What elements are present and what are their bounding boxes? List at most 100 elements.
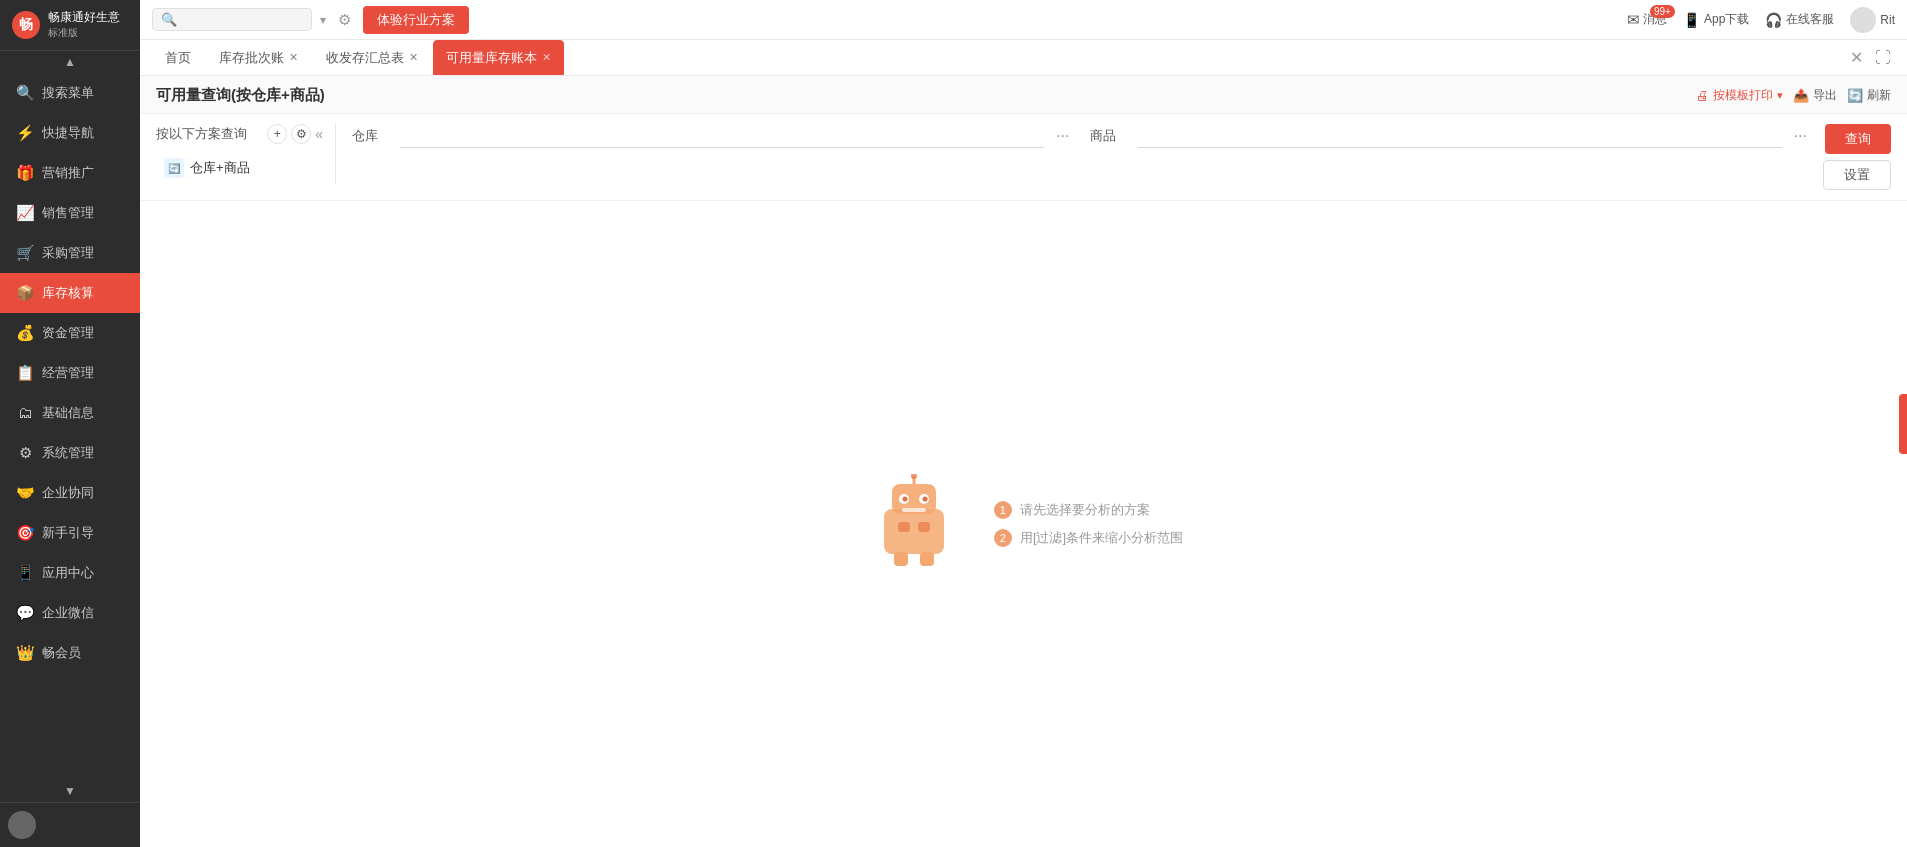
manage-scheme-button[interactable]: ⚙ [291,124,311,144]
tab-available-ledger-close[interactable]: ✕ [542,52,551,63]
sidebar-item-label: 新手引导 [42,524,94,542]
sidebar-item-wechat[interactable]: 💬 企业微信 [0,593,140,633]
tab-available-ledger-label: 可用量库存账本 [446,49,537,67]
sidebar-item-finance[interactable]: 💰 资金管理 [0,313,140,353]
message-button[interactable]: ✉ 消息 99+ [1627,11,1667,29]
sidebar-item-enterprise[interactable]: 🤝 企业协同 [0,473,140,513]
svg-rect-8 [920,552,934,566]
topbar-gear-icon[interactable]: ⚙ [338,11,351,29]
sidebar-item-inventory[interactable]: 📦 库存核算 [0,273,140,313]
brand-header: 畅 畅康通好生意 标准版 [0,0,140,51]
warehouse-more-button[interactable]: ··· [1052,127,1073,145]
filter-row: 仓库 ··· 商品 ··· [352,124,1811,148]
trial-industry-button[interactable]: 体验行业方案 [363,6,469,34]
query-button[interactable]: 查询 [1825,124,1891,154]
sidebar-avatar [8,811,36,839]
topbar-search-box[interactable]: 🔍 [152,8,312,31]
right-scroll-hint[interactable] [1899,394,1907,454]
tab-home[interactable]: 首页 [152,40,204,75]
refresh-label: 刷新 [1867,87,1891,104]
sidebar-item-label: 经营管理 [42,364,94,382]
product-more-button[interactable]: ··· [1790,127,1811,145]
export-button[interactable]: 📤 导出 [1793,87,1837,104]
user-menu-button[interactable]: Rit [1850,7,1895,33]
tab-available-ledger[interactable]: 可用量库存账本 ✕ [433,40,564,75]
sidebar-item-operations[interactable]: 📋 经营管理 [0,353,140,393]
scheme-actions: + ⚙ « [267,124,323,144]
refresh-button[interactable]: 🔄 刷新 [1847,87,1891,104]
service-icon: 🎧 [1765,12,1782,28]
refresh-icon: 🔄 [1847,88,1863,103]
print-template-button[interactable]: 🖨 按模板打印 ▾ [1696,87,1783,104]
settings-button[interactable]: 设置 [1823,160,1891,190]
online-service-button[interactable]: 🎧 在线客服 [1765,11,1834,28]
tabs-bar: 首页 库存批次账 ✕ 收发存汇总表 ✕ 可用量库存账本 ✕ ✕ ⛶ [140,40,1907,76]
app-icon: 📱 [1683,12,1700,28]
sidebar-item-search[interactable]: 🔍 搜索菜单 [0,73,140,113]
sidebar-item-marketing[interactable]: 🎁 营销推广 [0,153,140,193]
search-input[interactable] [181,13,291,27]
svg-rect-7 [894,552,908,566]
sidebar-item-quick-nav[interactable]: ⚡ 快捷导航 [0,113,140,153]
sidebar-item-purchase[interactable]: 🛒 采购管理 [0,233,140,273]
user-avatar [1850,7,1876,33]
topbar-chevron-icon[interactable]: ▾ [320,13,326,27]
sidebar-item-label: 企业微信 [42,604,94,622]
tab-batch-account[interactable]: 库存批次账 ✕ [206,40,311,75]
add-scheme-button[interactable]: + [267,124,287,144]
sidebar-user-area[interactable] [0,802,140,847]
sidebar-item-member[interactable]: 👑 畅会员 [0,633,140,673]
sidebar-item-label: 营销推广 [42,164,94,182]
product-filter-field: 商品 ··· [1090,124,1812,148]
tab-receive-summary[interactable]: 收发存汇总表 ✕ [313,40,431,75]
basic-info-icon: 🗂 [16,404,34,421]
svg-point-4 [902,497,907,502]
scheme-label: 按以下方案查询 [156,125,247,143]
tab-batch-account-close[interactable]: ✕ [289,52,298,63]
finance-icon: 💰 [16,324,34,342]
app-download-button[interactable]: 📱 App下载 [1683,11,1749,28]
tab-receive-summary-close[interactable]: ✕ [409,52,418,63]
sidebar-item-sales[interactable]: 📈 销售管理 [0,193,140,233]
collapse-panel-button[interactable]: « [315,126,323,142]
sidebar-item-newbie[interactable]: 🎯 新手引导 [0,513,140,553]
page-content: 可用量查询(按仓库+商品) 🖨 按模板打印 ▾ 📤 导出 🔄 刷新 [140,76,1907,847]
warehouse-input[interactable] [400,124,1044,148]
sidebar-item-label: 基础信息 [42,404,94,422]
sidebar-item-label: 资金管理 [42,324,94,342]
sidebar-item-label: 搜索菜单 [42,84,94,102]
enterprise-icon: 🤝 [16,484,34,502]
hint-number-1: 1 [994,501,1012,519]
filter-schemes-header: 按以下方案查询 + ⚙ « [156,124,323,144]
scheme-item-warehouse-product[interactable]: 🔄 仓库+商品 [156,152,323,184]
window-controls: ✕ ⛶ [1846,48,1895,67]
sidebar-item-system[interactable]: ⚙ 系统管理 [0,433,140,473]
export-label: 导出 [1813,87,1837,104]
operations-icon: 📋 [16,364,34,382]
sidebar-item-basic-info[interactable]: 🗂 基础信息 [0,393,140,433]
tab-home-label: 首页 [165,49,191,67]
sidebar-item-label: 系统管理 [42,444,94,462]
close-tab-button[interactable]: ✕ [1846,48,1867,67]
sidebar-item-app-center[interactable]: 📱 应用中心 [0,553,140,593]
sidebar-scroll-down[interactable]: ▼ [0,780,140,802]
sidebar-scroll-up[interactable]: ▲ [0,51,140,73]
message-icon: ✉ [1627,11,1640,29]
search-icon: 🔍 [16,84,34,102]
product-label: 商品 [1090,127,1130,145]
service-label: 在线客服 [1786,11,1834,28]
app-label: App下载 [1704,11,1749,28]
inventory-icon: 📦 [16,284,34,302]
empty-hint-1: 1 请先选择要分析的方案 [994,501,1183,519]
marketing-icon: 🎁 [16,164,34,182]
newbie-icon: 🎯 [16,524,34,542]
filter-area: 按以下方案查询 + ⚙ « 🔄 仓库+商品 仓库 [140,114,1907,201]
empty-hint-2: 2 用[过滤]条件来缩小分析范围 [994,529,1183,547]
svg-point-12 [911,474,917,479]
product-input[interactable] [1138,124,1782,148]
brand-name: 畅康通好生意 [48,10,120,26]
svg-rect-10 [918,522,930,532]
warehouse-filter-field: 仓库 ··· [352,124,1074,148]
scheme-item-icon: 🔄 [164,158,184,178]
maximize-button[interactable]: ⛶ [1871,49,1895,67]
